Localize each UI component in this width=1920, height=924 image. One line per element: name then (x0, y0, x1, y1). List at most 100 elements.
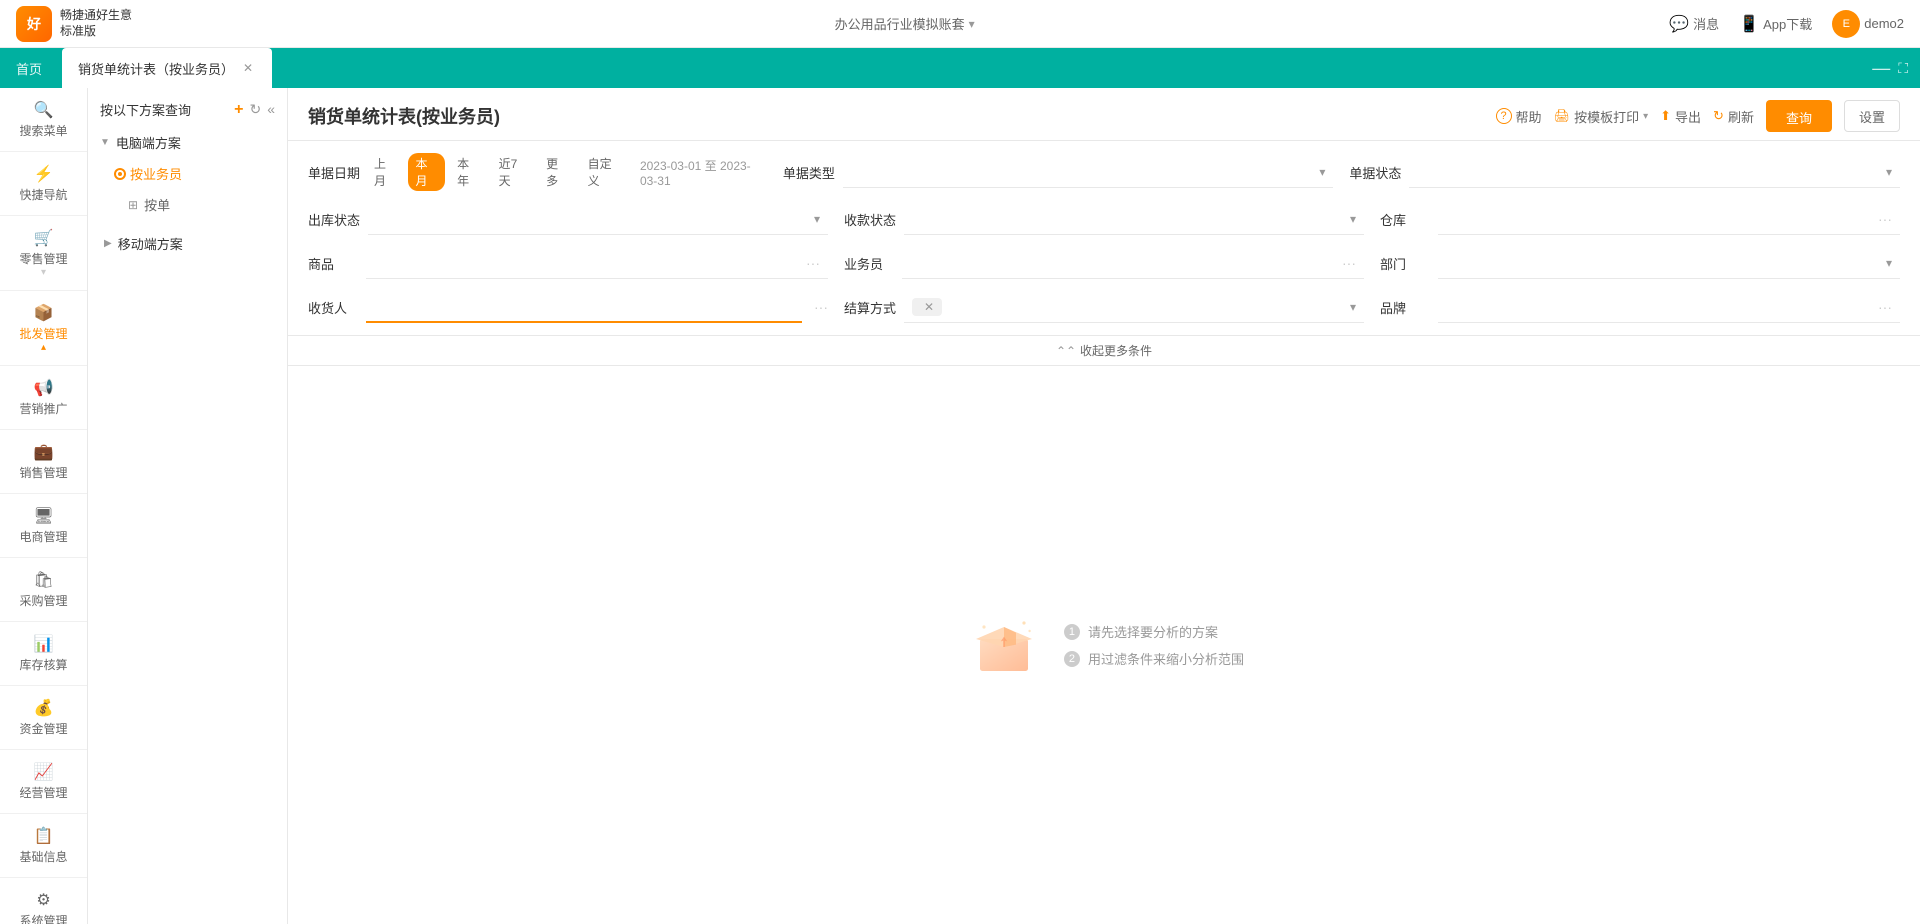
mobile-scheme-group[interactable]: ▶ 移动端方案 (88, 228, 287, 259)
product-dropdown[interactable]: ··· (366, 247, 828, 279)
add-scheme-icon[interactable]: + (234, 101, 243, 119)
brand-dropdown[interactable]: ··· (1438, 291, 1900, 323)
sales-rep-ellipsis-icon[interactable]: ··· (1342, 255, 1356, 271)
sidebar-item-purchase[interactable]: 🛍 采购管理 (0, 558, 87, 622)
sidebar-sales-label: 销售管理 (4, 464, 83, 481)
export-button[interactable]: ⬆ 导出 (1660, 107, 1701, 126)
refresh-icon: ↻ (1713, 108, 1724, 124)
sidebar-item-basic-info[interactable]: 📋 基础信息 (0, 814, 87, 878)
refresh-scheme-icon[interactable]: ↻ (249, 101, 261, 119)
scheme-by-order[interactable]: ⊞ 按单 (88, 189, 287, 220)
export-icon: ⬆ (1660, 108, 1671, 124)
sidebar-item-quicknav[interactable]: ⚡ 快捷导航 (0, 152, 87, 216)
sidebar-item-system[interactable]: ⚙ 系统管理 (0, 878, 87, 924)
mobile-scheme-arrow: ▶ (104, 238, 112, 249)
receiver-input[interactable] (366, 291, 802, 323)
search-icon: 🔍 (4, 100, 83, 120)
tab-close-icon[interactable]: ✕ (240, 60, 256, 76)
settlement-dropdown[interactable]: ✕ ▾ (904, 291, 1364, 323)
sidebar-ecommerce-label: 电商管理 (4, 528, 83, 545)
date-tab-more[interactable]: 更多 (538, 153, 576, 191)
receiver-ellipsis-icon[interactable]: ··· (814, 299, 828, 315)
payment-status-dropdown[interactable]: ▾ (904, 203, 1364, 235)
query-button[interactable]: 查询 (1766, 100, 1832, 132)
doc-type-dropdown[interactable]: ▾ (843, 156, 1334, 188)
date-tab-this-year[interactable]: 本年 (449, 153, 487, 191)
sidebar-item-ecommerce[interactable]: 🖥 电商管理 (0, 494, 87, 558)
finance-icon: 💰 (4, 698, 83, 718)
empty-tip-1: 1 请先选择要分析的方案 (1064, 622, 1244, 641)
logo-text: 畅捷通好生意 标准版 (60, 8, 140, 39)
message-button[interactable]: 💬 消息 (1669, 14, 1719, 34)
dept-dropdown[interactable]: ▾ (1438, 247, 1900, 279)
empty-tip-2-text: 用过滤条件来缩小分析范围 (1088, 649, 1244, 668)
pc-scheme-parent[interactable]: ▼ 电脑端方案 (88, 127, 287, 158)
date-tab-7days[interactable]: 近7天 (491, 153, 535, 191)
sidebar-item-operations[interactable]: 📈 经营管理 (0, 750, 87, 814)
refresh-label: 刷新 (1728, 107, 1754, 126)
sidebar-item-inventory[interactable]: 📊 库存核算 (0, 622, 87, 686)
app-download-button[interactable]: 📱 App下载 (1739, 14, 1812, 34)
filter-dept: 部门 ▾ (1380, 247, 1900, 279)
header-chevron-icon[interactable]: ▾ (969, 17, 975, 31)
empty-icon-area (964, 603, 1044, 688)
filter-doc-type: 单据类型 ▾ (783, 156, 1334, 188)
home-tab-label: 首页 (16, 59, 42, 78)
maximize-icon[interactable]: ⛶ (1898, 60, 1908, 77)
filter-settlement: 结算方式 ✕ ▾ (844, 291, 1364, 323)
warehouse-ellipsis-icon[interactable]: ··· (1878, 211, 1892, 227)
sidebar-operations-label: 经营管理 (4, 784, 83, 801)
stock-status-dropdown[interactable]: ▾ (368, 203, 828, 235)
content-area: 按以下方案查询 + ↻ « ▼ 电脑端方案 按业务员 ⊞ 按单 (88, 88, 1920, 924)
filter-row-2: 出库状态 ▾ 收款状态 ▾ 仓库 (308, 203, 1900, 235)
settlement-tag-close[interactable]: ✕ (924, 300, 934, 314)
tab-home[interactable]: 首页 (0, 48, 58, 88)
doc-status-dropdown[interactable]: ▾ (1409, 156, 1900, 188)
header-right: 💬 消息 📱 App下载 E demo2 (1669, 10, 1904, 38)
scheme-by-sales-rep[interactable]: 按业务员 (88, 158, 287, 189)
purchase-icon: 🛍 (4, 570, 83, 590)
filter-warehouse: 仓库 ··· (1380, 203, 1900, 235)
sidebar-item-finance[interactable]: 💰 资金管理 (0, 686, 87, 750)
refresh-button[interactable]: ↻ 刷新 (1713, 107, 1754, 126)
system-icon: ⚙ (4, 890, 83, 910)
tab-bar: 首页 销货单统计表（按业务员） ✕ — ⛶ (0, 48, 1920, 88)
warehouse-dropdown[interactable]: ··· (1438, 203, 1900, 235)
dept-label: 部门 (1380, 254, 1430, 273)
print-button[interactable]: 🖨 按模板打印 ▾ (1554, 107, 1649, 126)
sidebar-marketing-label: 营销推广 (4, 400, 83, 417)
help-button[interactable]: ? 帮助 (1496, 107, 1542, 126)
sidebar-item-marketing[interactable]: 📢 营销推广 (0, 366, 87, 430)
receiver-label: 收货人 (308, 298, 358, 317)
print-label: 按模板打印 (1574, 107, 1639, 126)
sidebar-item-search[interactable]: 🔍 搜索菜单 (0, 88, 87, 152)
collapse-bar[interactable]: ⌃⌃ 收起更多条件 (288, 336, 1920, 366)
collapse-panel-icon[interactable]: « (267, 101, 275, 119)
print-chevron-icon: ▾ (1643, 111, 1648, 122)
brand-ellipsis-icon[interactable]: ··· (1878, 299, 1892, 315)
filter-row-3: 商品 ··· 业务员 ··· 部门 (308, 247, 1900, 279)
sidebar-item-sales[interactable]: 💼 销售管理 (0, 430, 87, 494)
page-title: 销货单统计表(按业务员) (308, 103, 500, 129)
user-menu[interactable]: E demo2 (1832, 10, 1904, 38)
filter-row-4: 收货人 ··· 结算方式 ✕ ▾ (308, 291, 1900, 323)
date-tab-last-month[interactable]: 上月 (366, 153, 404, 191)
minimize-icon[interactable]: — (1872, 58, 1890, 79)
product-ellipsis-icon[interactable]: ··· (806, 255, 820, 271)
settings-button[interactable]: 设置 (1844, 100, 1900, 132)
page-header: 销货单统计表(按业务员) ? 帮助 🖨 按模板打印 ▾ ⬆ 导出 (288, 88, 1920, 141)
filter-sales-rep: 业务员 ··· (844, 247, 1364, 279)
sidebar-item-wholesale[interactable]: 📦 批发管理 ▴ (0, 291, 87, 366)
header-title[interactable]: 办公用品行业模拟账套 ▾ (835, 14, 975, 33)
sidebar-item-retail[interactable]: 🛒 零售管理 ▾ (0, 216, 87, 291)
tab-bar-right-actions: — ⛶ (1872, 58, 1920, 79)
basic-info-icon: 📋 (4, 826, 83, 846)
username-label: demo2 (1864, 16, 1904, 31)
date-tab-custom[interactable]: 自定义 (580, 153, 628, 191)
date-tab-this-month[interactable]: 本月 (408, 153, 446, 191)
settlement-label: 结算方式 (844, 298, 896, 317)
sales-rep-dropdown[interactable]: ··· (902, 247, 1364, 279)
sidebar-basic-info-label: 基础信息 (4, 848, 83, 865)
sidebar-purchase-label: 采购管理 (4, 592, 83, 609)
tab-sales-stats[interactable]: 销货单统计表（按业务员） ✕ (62, 48, 272, 88)
